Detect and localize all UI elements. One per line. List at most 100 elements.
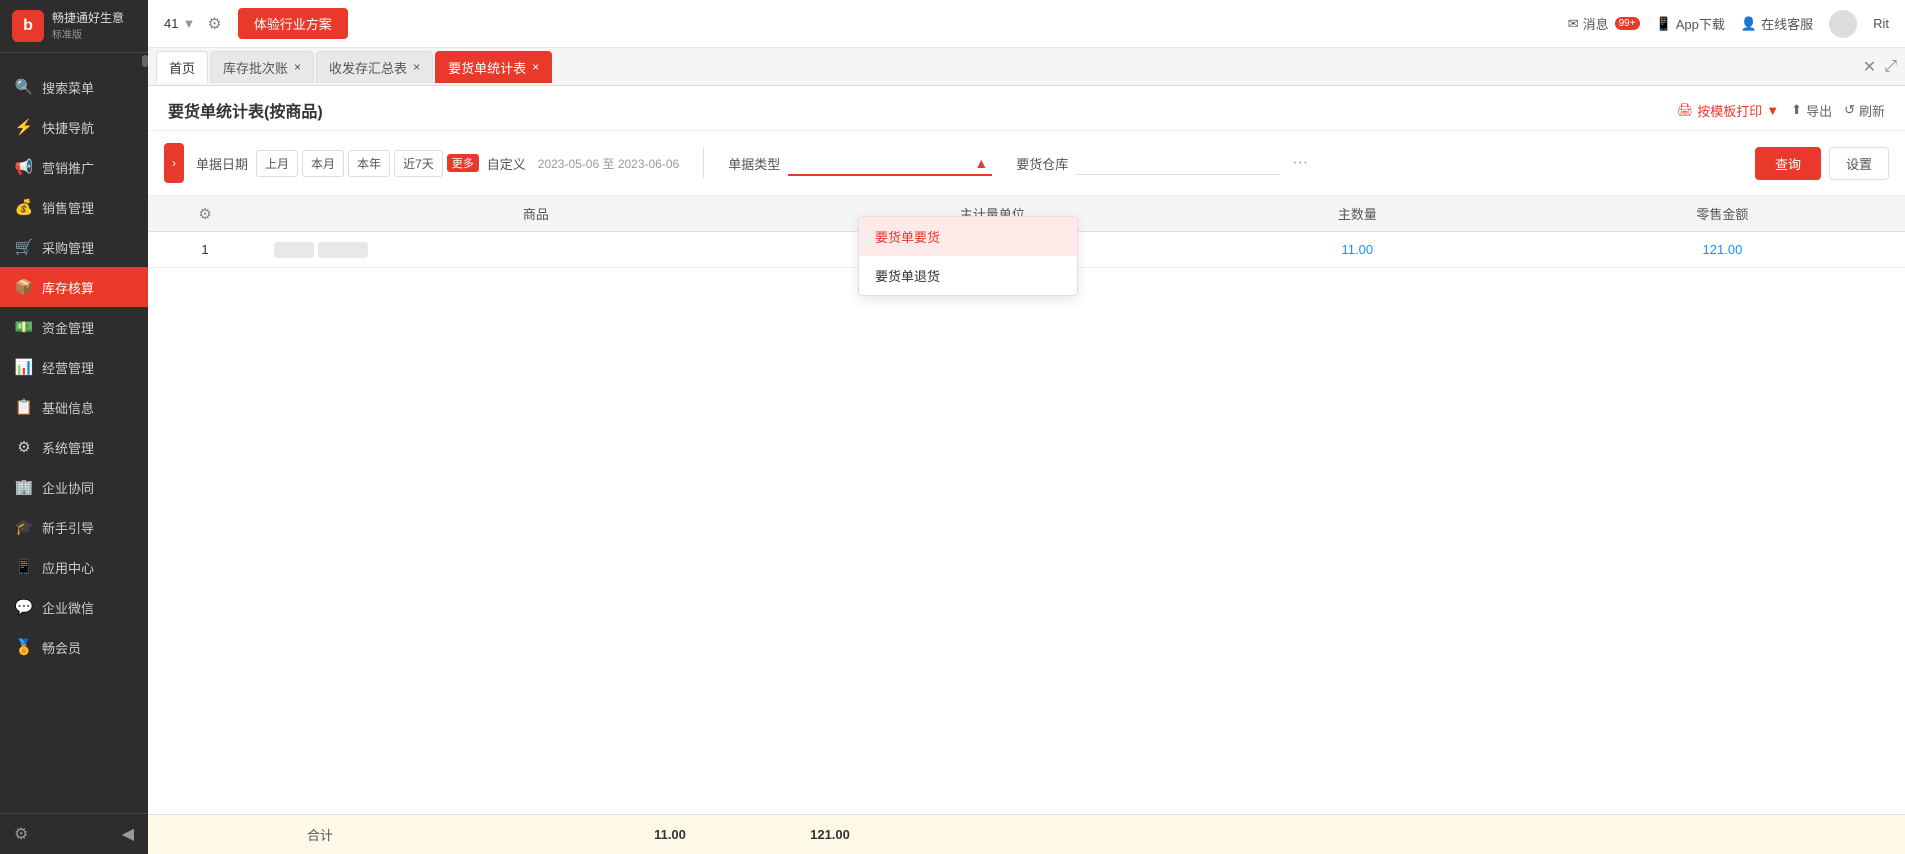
topbar-store[interactable]: 41 ▼ (164, 16, 195, 31)
date-this-month-btn[interactable]: 本月 (302, 150, 344, 177)
sidebar-item-marketing[interactable]: 📢 营销推广 (0, 147, 148, 187)
dropdown-item-order[interactable]: 要货单要货 (859, 217, 1077, 256)
topbar-gear-icon[interactable]: ⚙ (207, 14, 221, 34)
row-amount-link[interactable]: 121.00 (1703, 242, 1743, 257)
row-seq: 1 (148, 232, 262, 268)
settings-button[interactable]: 设置 (1829, 147, 1889, 180)
tab-close-requisition-summary[interactable]: × (532, 60, 539, 74)
warehouse-filter-more-icon[interactable]: ··· (1292, 154, 1308, 172)
sidebar-item-sales[interactable]: 💰 销售管理 (0, 187, 148, 227)
filter-expand-button[interactable]: › (164, 143, 184, 183)
warehouse-filter-group: 要货仓库 ··· (1016, 151, 1308, 175)
date-this-year-btn[interactable]: 本年 (348, 150, 390, 177)
sidebar-label-finance: 资金管理 (42, 318, 94, 337)
col-header-settings: ⚙ (148, 196, 262, 232)
footer-amount-total: 121.00 (750, 827, 910, 842)
sidebar-item-app-center[interactable]: 📱 应用中心 (0, 547, 148, 587)
tab-requisition-summary[interactable]: 要货单统计表 × (435, 51, 552, 83)
row-amount: 121.00 (1540, 232, 1905, 268)
type-dropdown-overlay: 要货单要货 要货单退货 (858, 216, 1078, 296)
sidebar-icon-marketing: 📢 (14, 157, 34, 177)
filter-group: 单据日期 上月 本月 本年 近7天 更多 自定义 2023-05-06 至 20… (196, 148, 1755, 178)
page-title: 要货单统计表(按商品) (168, 98, 323, 122)
export-button[interactable]: ⬆ 导出 (1791, 101, 1832, 120)
footer-amount-value: 121.00 (810, 827, 850, 842)
date-more-badge[interactable]: 更多 (447, 154, 479, 172)
tab-inventory-batch[interactable]: 库存批次账 × (210, 51, 314, 83)
sidebar-icon-search: 🔍 (14, 77, 34, 97)
dropdown-item-return[interactable]: 要货单退货 (859, 256, 1077, 295)
sidebar-logo: b 畅捷通好生意 标准版 (0, 0, 148, 53)
sidebar-item-newbie[interactable]: 🎓 新手引导 (0, 507, 148, 547)
refresh-button[interactable]: ↺ 刷新 (1844, 101, 1885, 120)
date-custom-btn[interactable]: 自定义 (487, 154, 526, 173)
app-icon: 📱 (1656, 16, 1672, 32)
sidebar-item-inventory[interactable]: 📦 库存核算 (0, 267, 148, 307)
type-filter-input[interactable] (788, 151, 992, 176)
service-icon: 👤 (1741, 16, 1757, 32)
topbar-avatar[interactable] (1829, 10, 1857, 38)
date-filter-label: 单据日期 (196, 154, 248, 173)
trial-button[interactable]: 体验行业方案 (238, 8, 348, 39)
filter-area: › 单据日期 上月 本月 本年 近7天 更多 自定义 2023-05-06 至 … (148, 131, 1905, 196)
tab-label-inventory-batch: 库存批次账 (223, 58, 288, 77)
warehouse-filter-input[interactable] (1076, 151, 1280, 175)
sidebar-icon-inventory: 📦 (14, 277, 34, 297)
topbar-app-download[interactable]: 📱 App下载 (1656, 14, 1725, 33)
tab-expand-button[interactable]: ⤢ (1884, 58, 1897, 76)
sidebar-item-wechat[interactable]: 💬 企业微信 (0, 587, 148, 627)
date-last-7-days-btn[interactable]: 近7天 (394, 150, 443, 177)
topbar: 41 ▼ ⚙ 体验行业方案 ✉ 消息 99+ 📱 App下载 👤 在线客服 Ri… (148, 0, 1905, 48)
sidebar-item-finance[interactable]: 💵 资金管理 (0, 307, 148, 347)
sidebar-icon-system: ⚙ (14, 437, 34, 457)
tab-close-all-button[interactable]: ✕ (1863, 57, 1876, 77)
tab-label-requisition-summary: 要货单统计表 (448, 58, 526, 77)
print-template-button[interactable]: 🖨 按模板打印 ▼ (1677, 101, 1779, 120)
logo-subtitle: 标准版 (52, 26, 124, 41)
sidebar-label-base: 基础信息 (42, 398, 94, 417)
tab-label-home: 首页 (169, 58, 195, 77)
sidebar-icon-member: 🏅 (14, 637, 34, 657)
sidebar-item-quick-nav[interactable]: ⚡ 快捷导航 (0, 107, 148, 147)
sidebar-label-sales: 销售管理 (42, 198, 94, 217)
tab-close-receivable-summary[interactable]: × (413, 60, 420, 74)
sidebar-scroll: 🔍 搜索菜单 ⚡ 快捷导航 📢 营销推广 💰 销售管理 🛒 采购管理 📦 库存核… (0, 67, 148, 813)
sidebar-label-wechat: 企业微信 (42, 598, 94, 617)
type-filter-select-wrap: ▲ (788, 151, 992, 176)
store-dropdown-icon[interactable]: ▼ (182, 16, 195, 31)
sidebar-item-system[interactable]: ⚙ 系统管理 (0, 427, 148, 467)
topbar-service[interactable]: 👤 在线客服 (1741, 14, 1813, 33)
export-icon: ⬆ (1791, 102, 1802, 118)
date-prev-month-btn[interactable]: 上月 (256, 150, 298, 177)
col-header-quantity: 主数量 (1175, 196, 1540, 232)
sidebar-settings-icon[interactable]: ⚙ (14, 824, 28, 844)
sidebar-item-purchase[interactable]: 🛒 采购管理 (0, 227, 148, 267)
sidebar-icon-sales: 💰 (14, 197, 34, 217)
page-header-actions: 🖨 按模板打印 ▼ ⬆ 导出 ↺ 刷新 (1677, 101, 1885, 120)
sidebar-label-search: 搜索菜单 (42, 78, 94, 97)
tab-receivable-summary[interactable]: 收发存汇总表× (316, 51, 433, 83)
sidebar-icon-base: 📋 (14, 397, 34, 417)
topbar-message[interactable]: ✉ 消息 99+ (1568, 14, 1640, 33)
footer-quantity-value: 11.00 (654, 827, 686, 842)
app-label: App下载 (1676, 14, 1725, 33)
message-icon: ✉ (1568, 16, 1579, 32)
export-label: 导出 (1806, 101, 1832, 120)
type-filter-arrow-icon[interactable]: ▲ (974, 155, 988, 171)
table-settings-icon[interactable]: ⚙ (198, 206, 211, 223)
sidebar-icon-wechat: 💬 (14, 597, 34, 617)
sidebar-icon-enterprise: 🏢 (14, 477, 34, 497)
sidebar-item-member[interactable]: 🏅 畅会员 (0, 627, 148, 667)
query-button[interactable]: 查询 (1755, 147, 1821, 180)
sidebar-item-search[interactable]: 🔍 搜索菜单 (0, 67, 148, 107)
row-quantity-link[interactable]: 11.00 (1342, 242, 1374, 257)
print-arrow-icon: ▼ (1766, 103, 1779, 118)
sidebar-item-base[interactable]: 📋 基础信息 (0, 387, 148, 427)
sidebar-item-operations[interactable]: 📊 经营管理 (0, 347, 148, 387)
sidebar-collapse-icon[interactable]: ◀ (122, 824, 134, 844)
print-label: 按模板打印 (1697, 101, 1762, 120)
topbar-username: Rit (1873, 16, 1889, 31)
sidebar-item-enterprise[interactable]: 🏢 企业协同 (0, 467, 148, 507)
tab-close-inventory-batch[interactable]: × (294, 60, 301, 74)
tab-home[interactable]: 首页 (156, 51, 208, 83)
